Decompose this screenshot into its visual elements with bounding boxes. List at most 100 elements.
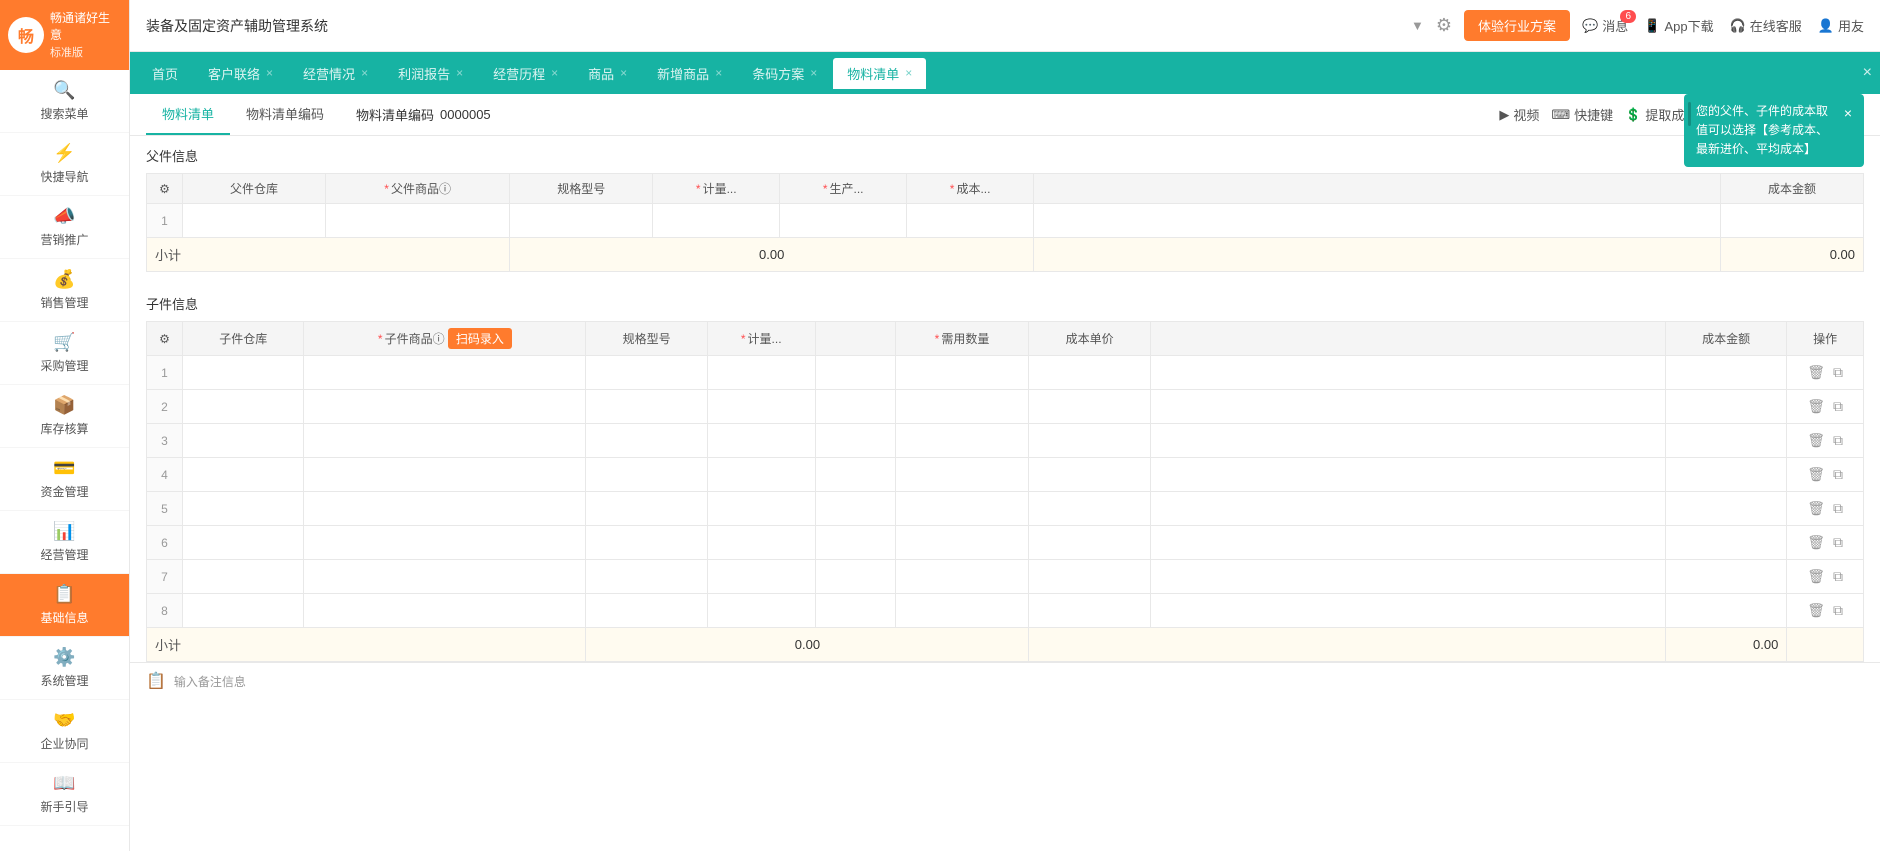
child-unit-cell[interactable] [707,356,815,390]
tab-close-icon[interactable]: × [551,66,558,80]
user-icon: 👤 [1818,18,1834,34]
tab-close-icon[interactable]: × [456,66,463,80]
copy-icon[interactable]: ⧉ [1833,466,1843,483]
delete-icon[interactable]: 🗑 [1807,364,1825,381]
table-row: 1 [147,204,1864,238]
sidebar-item-quick-nav[interactable]: ⚡ 快捷导航 [0,133,129,196]
video-icon: ▶ [1499,107,1509,123]
copy-icon[interactable]: ⧉ [1833,364,1843,381]
parent-section: 父件信息 ⚙ 父件仓库 *父件商品ⓘ 规格型号 *计量... *生产... *成… [130,136,1880,272]
copy-icon[interactable]: ⧉ [1833,602,1843,619]
parent-cost-cell[interactable] [907,204,1034,238]
copy-icon[interactable]: ⧉ [1833,568,1843,585]
user-avatar[interactable]: 👤 用友 [1818,16,1864,35]
copy-icon[interactable]: ⧉ [1833,432,1843,449]
child-col-qty: *需用数量 [895,322,1029,356]
child-subtotal-qty: 0.00 [795,637,820,652]
dropdown-arrow-icon[interactable]: ▼ [1411,18,1424,33]
tab-label: 物料清单 [847,64,899,83]
sidebar-item-purchase[interactable]: 🛒 采购管理 [0,322,129,385]
child-goods-cell[interactable] [304,356,586,390]
row-number: 7 [147,560,183,594]
child-col-unit-price: 成本单价 [1029,322,1150,356]
tab-label: 经营历程 [493,64,545,83]
sidebar-item-basic-info[interactable]: 📋 基础信息 [0,574,129,637]
sidebar-item-finance[interactable]: 💳 资金管理 [0,448,129,511]
message-badge: 6 [1620,10,1636,23]
tab-close-icon[interactable]: × [715,66,722,80]
parent-col-amount: 成本金额 [1720,174,1863,204]
delete-icon[interactable]: 🗑 [1807,432,1825,449]
parent-spec-cell[interactable] [510,204,653,238]
sidebar-item-guide[interactable]: 📖 新手引导 [0,763,129,826]
sidebar-item-label: 企业协同 [40,735,88,752]
tooltip-close-icon[interactable]: × [1844,102,1852,124]
child-amount-cell[interactable] [1665,356,1786,390]
close-all-tabs-button[interactable]: × [1863,64,1872,82]
video-action[interactable]: ▶ 视频 [1499,105,1539,124]
child-qty-cell[interactable] [895,356,1029,390]
sub-tab-bom-list[interactable]: 物料清单 [146,94,230,135]
online-service-button[interactable]: 🎧 在线客服 [1730,16,1802,35]
table-row: 1 🗑 ⧉ [147,356,1864,390]
child-subtotal-empty [1029,628,1666,662]
parent-amount-cell[interactable] [1720,204,1863,238]
parent-unit-cell[interactable] [653,204,780,238]
sub-tab-bom-code[interactable]: 物料清单编码 [230,94,340,135]
scan-btn[interactable]: 扫码录入 [448,328,512,349]
copy-icon[interactable]: ⧉ [1833,500,1843,517]
tab-barcode[interactable]: 条码方案 × [738,58,831,89]
delete-icon[interactable]: 🗑 [1807,568,1825,585]
tab-operation-history[interactable]: 经营历程 × [479,58,572,89]
parent-goods-cell[interactable] [326,204,510,238]
tab-bom[interactable]: 物料清单 × [833,58,926,89]
tab-goods[interactable]: 商品 × [574,58,641,89]
bottom-hint-text[interactable]: 输入备注信息 [174,673,246,690]
sidebar-item-operation[interactable]: 📊 经营管理 [0,511,129,574]
tab-close-icon[interactable]: × [810,66,817,80]
sidebar-item-system[interactable]: ⚙️ 系统管理 [0,637,129,700]
delete-icon[interactable]: 🗑 [1807,602,1825,619]
parent-warehouse-cell[interactable] [183,204,326,238]
message-button[interactable]: 💬 消息 6 [1582,16,1628,35]
copy-icon[interactable]: ⧉ [1833,398,1843,415]
tab-close-icon[interactable]: × [620,66,627,80]
delete-icon[interactable]: 🗑 [1807,534,1825,551]
tab-operation-status[interactable]: 经营情况 × [289,58,382,89]
tab-home[interactable]: 首页 [138,58,192,89]
child-unit-price-cell[interactable] [1029,356,1150,390]
sidebar-item-label: 营销推广 [40,231,88,248]
sidebar-item-label: 资金管理 [40,483,88,500]
tab-close-icon[interactable]: × [361,66,368,80]
copy-icon[interactable]: ⧉ [1833,534,1843,551]
sidebar-item-inventory[interactable]: 📦 库存核算 [0,385,129,448]
parent-table: ⚙ 父件仓库 *父件商品ⓘ 规格型号 *计量... *生产... *成本... … [146,173,1864,272]
child-col-empty2 [1150,322,1665,356]
shortcut-action[interactable]: ⌨ 快捷键 [1551,105,1613,124]
child-subtotal-label: 小计 [147,628,586,662]
tab-profit-report[interactable]: 利润报告 × [384,58,477,89]
gear-icon[interactable]: ⚙ [1436,15,1452,36]
sidebar-item-enterprise[interactable]: 🤝 企业协同 [0,700,129,763]
trial-button[interactable]: 体验行业方案 [1464,10,1570,41]
delete-icon[interactable]: 🗑 [1807,398,1825,415]
tab-customer[interactable]: 客户联络 × [194,58,287,89]
inventory-icon: 📦 [53,395,75,416]
topbar: 装备及固定资产辅助管理系统 ▼ ⚙ 体验行业方案 💬 消息 6 📱 App下载 … [130,0,1880,52]
sidebar-item-marketing[interactable]: 📣 营销推广 [0,196,129,259]
child-spec-cell[interactable] [586,356,707,390]
table-row: 3 🗑⧉ [147,424,1864,458]
parent-produce-cell[interactable] [780,204,907,238]
app-download-button[interactable]: 📱 App下载 [1644,16,1713,35]
delete-icon[interactable]: 🗑 [1807,500,1825,517]
sidebar-item-search[interactable]: 🔍 搜索菜单 [0,70,129,133]
phone-icon: 📱 [1644,18,1660,34]
tab-close-icon[interactable]: × [266,66,273,80]
sub-tab-actions: ▶ 视频 ⌨ 快捷键 💲 提取成本 ≡ 单据设置 ‹ › [1499,104,1864,126]
tab-close-icon[interactable]: × [905,66,912,80]
tab-new-goods[interactable]: 新增商品 × [643,58,736,89]
sidebar-item-label: 新手引导 [40,798,88,815]
sidebar-item-sales[interactable]: 💰 销售管理 [0,259,129,322]
delete-icon[interactable]: 🗑 [1807,466,1825,483]
child-warehouse-cell[interactable] [183,356,304,390]
